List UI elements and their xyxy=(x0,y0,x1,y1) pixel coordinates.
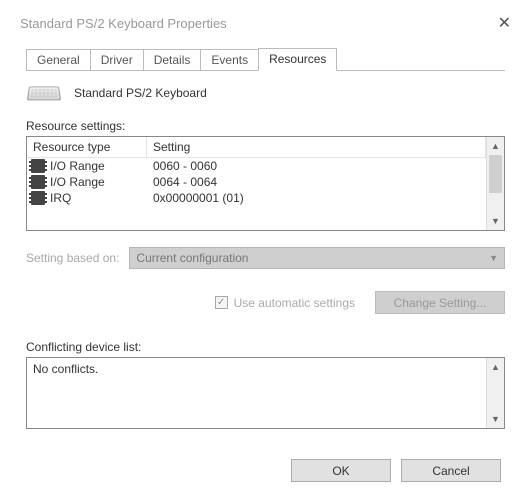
table-row[interactable]: IRQ 0x00000001 (01) xyxy=(27,190,486,206)
col-header-setting[interactable]: Setting xyxy=(147,137,486,157)
resource-table: Resource type Setting I/O Range 0060 - 0… xyxy=(26,136,505,231)
window-title: Standard PS/2 Keyboard Properties xyxy=(20,16,227,31)
scroll-up-icon[interactable]: ▲ xyxy=(487,137,504,155)
setting-based-on-row: Setting based on: Current configuration … xyxy=(26,247,505,269)
device-name: Standard PS/2 Keyboard xyxy=(74,86,207,100)
tab-events[interactable]: Events xyxy=(200,49,259,70)
dialog-buttons: OK Cancel xyxy=(291,459,501,482)
col-header-type[interactable]: Resource type xyxy=(27,137,147,157)
cell-type: I/O Range xyxy=(50,159,105,173)
change-setting-button: Change Setting... xyxy=(375,291,505,314)
resource-table-header: Resource type Setting xyxy=(27,137,486,158)
cell-type: IRQ xyxy=(50,191,71,205)
resource-settings-label: Resource settings: xyxy=(26,119,505,133)
chevron-down-icon: ▼ xyxy=(489,253,498,263)
device-header: Standard PS/2 Keyboard xyxy=(28,85,503,101)
resource-table-body: Resource type Setting I/O Range 0060 - 0… xyxy=(27,137,486,230)
cell-setting: 0x00000001 (01) xyxy=(147,191,486,205)
properties-window: Standard PS/2 Keyboard Properties ✕ Gene… xyxy=(0,0,531,502)
tab-driver[interactable]: Driver xyxy=(90,49,144,70)
scroll-down-icon[interactable]: ▼ xyxy=(487,212,504,230)
cell-type: I/O Range xyxy=(50,175,105,189)
chip-icon xyxy=(31,159,45,173)
setting-based-on-label: Setting based on: xyxy=(26,251,119,265)
cancel-button[interactable]: Cancel xyxy=(401,459,501,482)
scrollbar[interactable]: ▲ ▼ xyxy=(486,358,504,428)
scroll-down-icon[interactable]: ▼ xyxy=(487,410,504,428)
conflict-text: No conflicts. xyxy=(27,358,486,428)
checkmark-icon: ✓ xyxy=(215,296,228,309)
chip-icon xyxy=(31,175,45,189)
table-row[interactable]: I/O Range 0064 - 0064 xyxy=(27,174,486,190)
scroll-up-icon[interactable]: ▲ xyxy=(487,358,504,376)
conflicting-label: Conflicting device list: xyxy=(26,340,505,354)
use-automatic-checkbox: ✓ Use automatic settings xyxy=(215,296,355,310)
close-icon[interactable]: ✕ xyxy=(492,13,517,33)
tab-general[interactable]: General xyxy=(26,49,91,70)
use-automatic-label: Use automatic settings xyxy=(234,296,355,310)
conflict-list: No conflicts. ▲ ▼ xyxy=(26,357,505,429)
configuration-combo: Current configuration ▼ xyxy=(129,247,505,269)
cell-setting: 0060 - 0060 xyxy=(147,159,486,173)
combo-value: Current configuration xyxy=(136,251,248,265)
tab-resources[interactable]: Resources xyxy=(258,48,337,71)
scrollbar[interactable]: ▲ ▼ xyxy=(486,137,504,230)
titlebar: Standard PS/2 Keyboard Properties ✕ xyxy=(0,8,531,38)
keyboard-icon xyxy=(27,87,61,101)
cell-setting: 0064 - 0064 xyxy=(147,175,486,189)
scroll-thumb[interactable] xyxy=(489,155,502,193)
auto-settings-row: ✓ Use automatic settings Change Setting.… xyxy=(26,291,505,314)
ok-button[interactable]: OK xyxy=(291,459,391,482)
table-row[interactable]: I/O Range 0060 - 0060 xyxy=(27,158,486,174)
chip-icon xyxy=(31,191,45,205)
tab-details[interactable]: Details xyxy=(143,49,202,70)
tab-bar: General Driver Details Events Resources xyxy=(26,48,505,71)
dialog-content: General Driver Details Events Resources … xyxy=(0,38,531,443)
